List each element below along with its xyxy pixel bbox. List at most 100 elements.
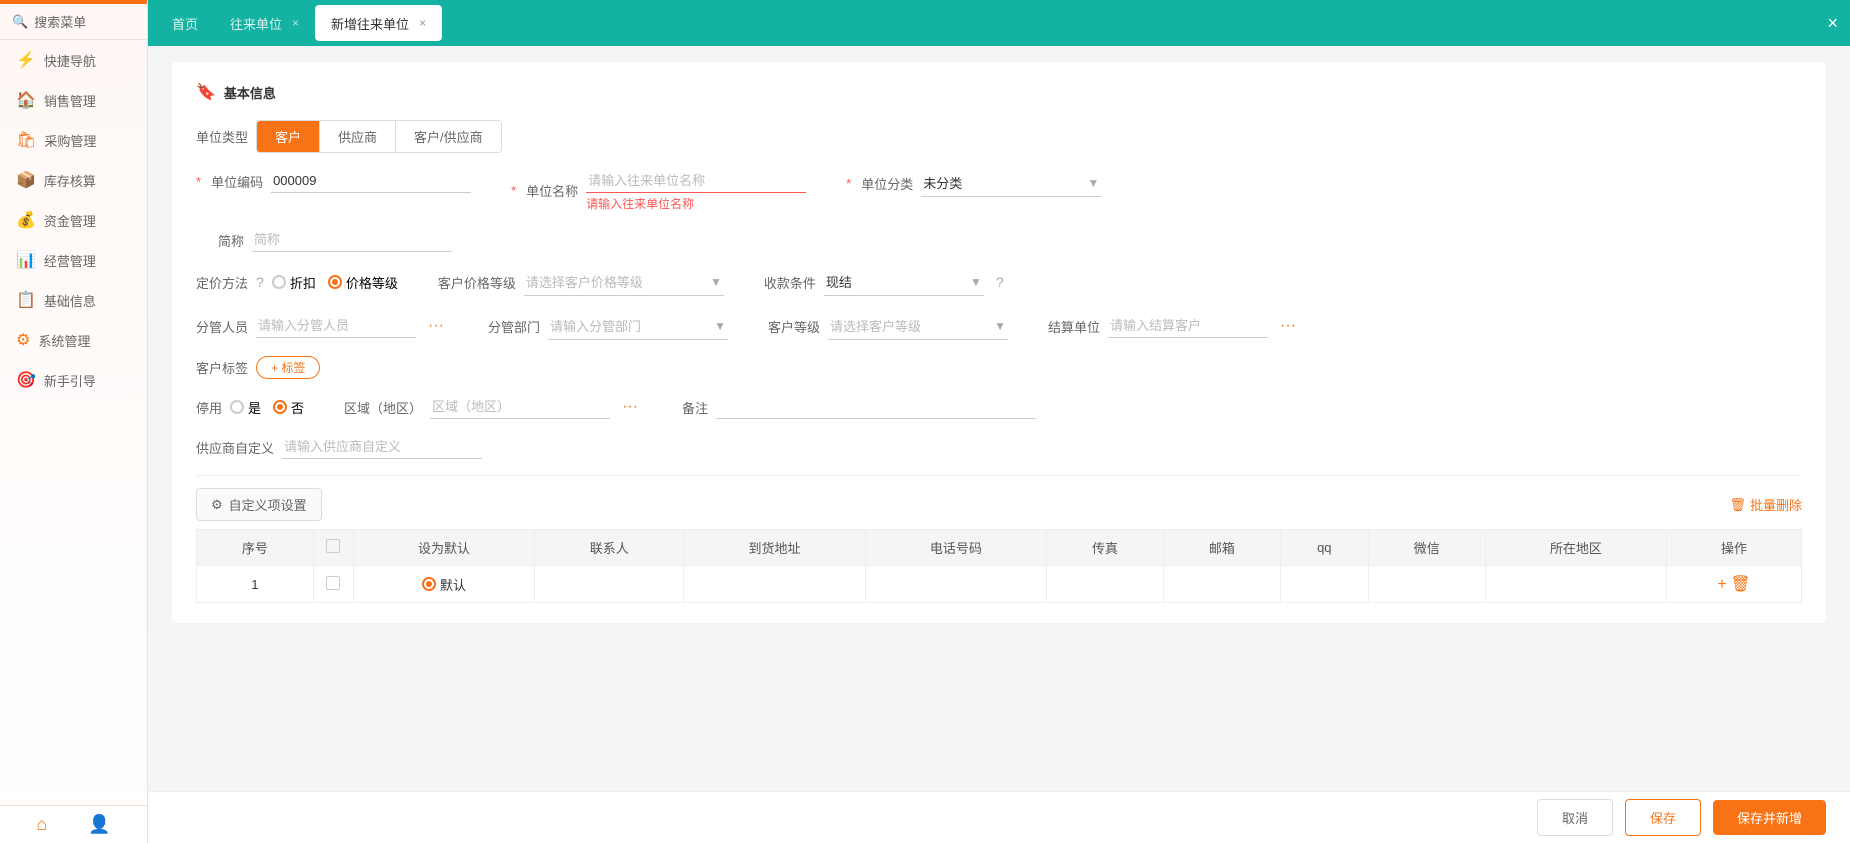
manager-input[interactable] xyxy=(256,314,416,338)
unit-type-both[interactable]: 客户/供应商 xyxy=(396,121,501,152)
add-tag-button[interactable]: + 标签 xyxy=(256,356,320,379)
row-email xyxy=(1163,566,1280,603)
row-default-radio[interactable]: 默认 xyxy=(364,575,524,594)
save-new-button[interactable]: 保存并新增 xyxy=(1713,800,1826,835)
sidebar-item-sales[interactable]: 🏠 销售管理 xyxy=(0,80,147,120)
disabled-no-radio[interactable] xyxy=(273,400,287,414)
sidebar-item-purchase[interactable]: 🛍 采购管理 xyxy=(0,120,147,160)
unit-category-field: * 单位分类 未分类 ▼ xyxy=(846,169,1101,197)
row-add-button[interactable]: + xyxy=(1717,576,1726,594)
row-wechat xyxy=(1368,566,1485,603)
tags-row: 客户标签 + 标签 xyxy=(196,356,1802,379)
inventory-icon: 📦 xyxy=(16,170,36,190)
customer-price-dropdown[interactable]: 请选择客户价格等级 ▼ xyxy=(524,268,724,296)
settlement-input[interactable] xyxy=(1108,314,1268,338)
select-all-checkbox[interactable] xyxy=(326,539,340,553)
tab-new-counterparty[interactable]: 新增往来单位 × xyxy=(315,5,442,41)
payment-terms-field: 收款条件 现结 ▼ ? xyxy=(764,268,1004,296)
row-checkbox[interactable] xyxy=(326,576,340,590)
region-ellipsis-icon[interactable]: ··· xyxy=(618,398,642,416)
customer-price-chevron-icon: ▼ xyxy=(710,275,722,289)
pricing-method-label: 定价方法 xyxy=(196,273,248,292)
row-default-radio-dot[interactable] xyxy=(422,577,436,591)
sidebar-search[interactable]: 🔍 搜索菜单 xyxy=(0,4,147,40)
settlement-ellipsis-icon[interactable]: ··· xyxy=(1276,317,1300,335)
sidebar: 🔍 搜索菜单 ⚡ 快捷导航 🏠 销售管理 🛍 采购管理 📦 库存核算 💰 资金管… xyxy=(0,0,148,843)
sidebar-item-label: 快捷导航 xyxy=(44,51,96,70)
unit-type-label: 单位类型 xyxy=(196,127,248,146)
unit-category-dropdown[interactable]: 未分类 ▼ xyxy=(921,169,1101,197)
sidebar-item-label: 经营管理 xyxy=(44,251,96,270)
manager-ellipsis-icon[interactable]: ··· xyxy=(424,317,448,335)
home-icon[interactable]: ⌂ xyxy=(36,814,47,835)
search-icon: 🔍 xyxy=(12,14,28,30)
operations-icon: 📊 xyxy=(16,250,36,270)
supplier-custom-input[interactable] xyxy=(282,435,482,459)
unit-type-group: 客户 供应商 客户/供应商 xyxy=(256,120,502,153)
unit-type-customer[interactable]: 客户 xyxy=(257,121,320,152)
sidebar-item-operations[interactable]: 📊 经营管理 xyxy=(0,240,147,280)
name-required: * xyxy=(511,183,516,198)
department-dropdown[interactable]: 请输入分管部门 ▼ xyxy=(548,312,728,340)
short-name-input[interactable] xyxy=(252,228,452,252)
customer-tag-field: 客户标签 + 标签 xyxy=(196,356,320,379)
customer-level-dropdown[interactable]: 请选择客户等级 ▼ xyxy=(828,312,1008,340)
table-header-row: 序号 设为默认 联系人 到货地址 电话号码 传真 邮箱 qq 微信 所在地区 操… xyxy=(197,530,1802,566)
disabled-no-option[interactable]: 否 xyxy=(273,398,304,417)
row-delete-button[interactable]: 🗑 xyxy=(1730,574,1750,594)
unit-type-supplier[interactable]: 供应商 xyxy=(320,121,396,152)
pricing-discount-radio[interactable] xyxy=(272,275,286,289)
disabled-field: 停用 是 否 xyxy=(196,398,304,417)
col-email: 邮箱 xyxy=(1163,530,1280,566)
unit-code-input[interactable] xyxy=(271,169,471,193)
sidebar-item-guide[interactable]: 🎯 新手引导 xyxy=(0,360,147,400)
customer-price-field: 客户价格等级 请选择客户价格等级 ▼ xyxy=(438,268,724,296)
tab-home[interactable]: 首页 xyxy=(156,5,214,41)
save-button[interactable]: 保存 xyxy=(1625,799,1701,836)
batch-delete-label: 批量删除 xyxy=(1750,495,1802,514)
cancel-button[interactable]: 取消 xyxy=(1537,799,1613,836)
window-close-icon[interactable]: × xyxy=(1827,13,1838,34)
payment-help-icon[interactable]: ? xyxy=(996,274,1004,290)
row-qq xyxy=(1280,566,1368,603)
tab-counterparty-label: 往来单位 xyxy=(230,14,282,33)
section-icon: 🔖 xyxy=(196,82,216,102)
row-actions: + 🗑 xyxy=(1667,566,1802,603)
short-name-field: 简称 xyxy=(196,228,452,252)
pricing-help-icon[interactable]: ? xyxy=(256,274,264,290)
disabled-yes-option[interactable]: 是 xyxy=(230,398,261,417)
customer-level-chevron-icon: ▼ xyxy=(994,319,1006,333)
user-icon[interactable]: 👤 xyxy=(88,814,110,835)
sidebar-item-quick-nav[interactable]: ⚡ 快捷导航 xyxy=(0,40,147,80)
tab-new-counterparty-close[interactable]: × xyxy=(419,16,426,30)
pricing-level-option[interactable]: 价格等级 xyxy=(328,273,398,292)
batch-delete-button[interactable]: 🗑 批量删除 xyxy=(1729,495,1802,514)
payment-terms-dropdown[interactable]: 现结 ▼ xyxy=(824,268,984,296)
unit-name-input[interactable] xyxy=(586,169,806,193)
unit-name-error: 请输入往来单位名称 xyxy=(586,195,806,212)
tab-counterparty[interactable]: 往来单位 × xyxy=(214,5,315,41)
sidebar-item-label: 采购管理 xyxy=(44,131,96,150)
row-address xyxy=(684,566,865,603)
sidebar-item-finance[interactable]: 💰 资金管理 xyxy=(0,200,147,240)
pricing-level-radio[interactable] xyxy=(328,275,342,289)
remark-field: 备注 xyxy=(682,395,1036,419)
manager-row: 分管人员 ··· 分管部门 请输入分管部门 ▼ 客户等级 请选择客户等级 ▼ xyxy=(196,312,1802,340)
tab-bar: 首页 往来单位 × 新增往来单位 × × xyxy=(148,0,1850,46)
custom-settings-button[interactable]: ⚙ 自定义项设置 xyxy=(196,488,322,521)
unit-type-row: 单位类型 客户 供应商 客户/供应商 xyxy=(196,120,1802,153)
sidebar-item-label: 资金管理 xyxy=(44,211,96,230)
row-contact xyxy=(535,566,684,603)
pricing-discount-option[interactable]: 折扣 xyxy=(272,273,316,292)
sidebar-item-basic-info[interactable]: 📋 基础信息 xyxy=(0,280,147,320)
sidebar-item-inventory[interactable]: 📦 库存核算 xyxy=(0,160,147,200)
supplier-custom-field: 供应商自定义 xyxy=(196,435,482,459)
payment-terms-value: 现结 xyxy=(826,272,966,291)
disabled-yes-radio[interactable] xyxy=(230,400,244,414)
remark-input[interactable] xyxy=(716,395,1036,419)
settlement-label: 结算单位 xyxy=(1048,317,1100,336)
region-input[interactable] xyxy=(430,395,610,419)
col-contact: 联系人 xyxy=(535,530,684,566)
tab-counterparty-close[interactable]: × xyxy=(292,16,299,30)
sidebar-item-system[interactable]: ⚙ 系统管理 xyxy=(0,320,147,360)
